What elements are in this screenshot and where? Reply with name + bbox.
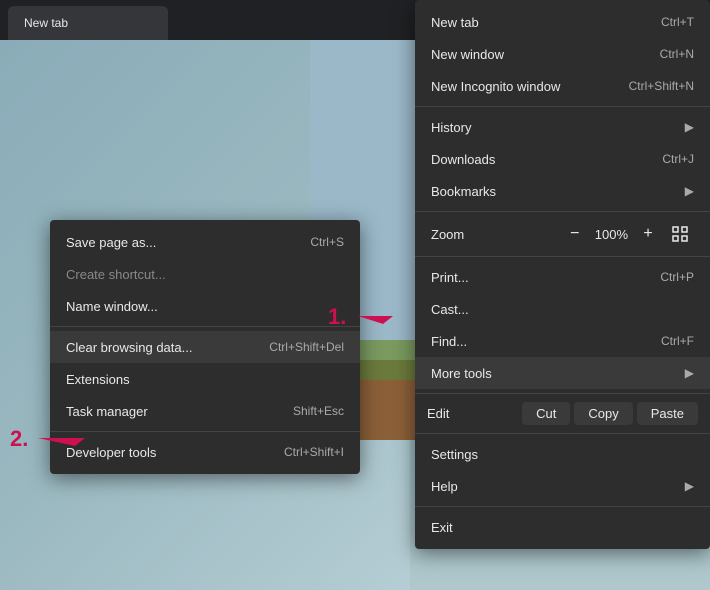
submenu-shortcut-task-manager: Shift+Esc — [293, 404, 344, 418]
submenu-label-extensions: Extensions — [66, 372, 130, 387]
menu-divider-6 — [415, 506, 710, 507]
menu-item-more-tools[interactable]: More tools ▶ — [415, 357, 710, 389]
menu-divider-2 — [415, 211, 710, 212]
browser-tab[interactable]: New tab — [8, 6, 168, 40]
menu-label-new-window: New window — [431, 47, 504, 62]
edit-row: Edit Cut Copy Paste — [415, 398, 710, 429]
menu-item-settings[interactable]: Settings — [415, 438, 710, 470]
menu-item-find[interactable]: Find... Ctrl+F — [415, 325, 710, 357]
submenu-item-save-page[interactable]: Save page as... Ctrl+S — [50, 226, 360, 258]
tab-label: New tab — [24, 16, 68, 30]
submenu-label-name-window: Name window... — [66, 299, 158, 314]
submenu-item-name-window[interactable]: Name window... — [50, 290, 360, 322]
menu-item-history[interactable]: History ▶ — [415, 111, 710, 143]
zoom-row: Zoom − 100% + — [415, 216, 710, 252]
submenu-arrow-history: ▶ — [685, 120, 694, 134]
menu-shortcut-find: Ctrl+F — [661, 334, 694, 348]
menu-label-more-tools: More tools — [431, 366, 492, 381]
submenu-label-task-manager: Task manager — [66, 404, 148, 419]
menu-label-downloads: Downloads — [431, 152, 495, 167]
menu-label-cast: Cast... — [431, 302, 469, 317]
menu-label-print: Print... — [431, 270, 469, 285]
menu-divider-5 — [415, 433, 710, 434]
paste-button[interactable]: Paste — [637, 402, 698, 425]
submenu-shortcut-developer-tools: Ctrl+Shift+I — [284, 445, 344, 459]
svg-text:2.: 2. — [10, 426, 28, 451]
menu-divider-3 — [415, 256, 710, 257]
menu-item-new-incognito[interactable]: New Incognito window Ctrl+Shift+N — [415, 70, 710, 102]
step1-indicator: 1. — [328, 296, 408, 339]
menu-label-bookmarks: Bookmarks — [431, 184, 496, 199]
submenu-arrow-more-tools: ▶ — [685, 366, 694, 380]
submenu-label-save-page: Save page as... — [66, 235, 156, 250]
copy-button[interactable]: Copy — [574, 402, 632, 425]
zoom-label: Zoom — [431, 227, 561, 242]
fullscreen-button[interactable] — [666, 220, 694, 248]
submenu-shortcut-save-page: Ctrl+S — [310, 235, 344, 249]
step1-arrow-svg: 1. — [328, 296, 408, 336]
submenu-arrow-bookmarks: ▶ — [685, 184, 694, 198]
menu-divider-1 — [415, 106, 710, 107]
menu-label-help: Help — [431, 479, 458, 494]
menu-shortcut-new-incognito: Ctrl+Shift+N — [629, 79, 694, 93]
cut-button[interactable]: Cut — [522, 402, 570, 425]
menu-shortcut-print: Ctrl+P — [660, 270, 694, 284]
zoom-value: 100% — [589, 227, 634, 242]
svg-text:1.: 1. — [328, 304, 346, 329]
edit-label: Edit — [427, 406, 518, 421]
menu-label-find: Find... — [431, 334, 467, 349]
menu-label-settings: Settings — [431, 447, 478, 462]
menu-shortcut-downloads: Ctrl+J — [662, 152, 694, 166]
submenu-item-clear-browsing[interactable]: Clear browsing data... Ctrl+Shift+Del — [50, 331, 360, 363]
menu-item-downloads[interactable]: Downloads Ctrl+J — [415, 143, 710, 175]
menu-item-bookmarks[interactable]: Bookmarks ▶ — [415, 175, 710, 207]
menu-shortcut-new-window: Ctrl+N — [660, 47, 694, 61]
menu-item-cast[interactable]: Cast... — [415, 293, 710, 325]
submenu-divider-1 — [50, 326, 360, 327]
submenu-label-clear-browsing: Clear browsing data... — [66, 340, 192, 355]
menu-label-new-tab: New tab — [431, 15, 479, 30]
menu-label-new-incognito: New Incognito window — [431, 79, 560, 94]
submenu-shortcut-clear-browsing: Ctrl+Shift+Del — [269, 340, 344, 354]
menu-item-help[interactable]: Help ▶ — [415, 470, 710, 502]
menu-item-print[interactable]: Print... Ctrl+P — [415, 261, 710, 293]
menu-item-new-tab[interactable]: New tab Ctrl+T — [415, 6, 710, 38]
menu-label-history: History — [431, 120, 471, 135]
chrome-context-menu: New tab Ctrl+T New window Ctrl+N New Inc… — [415, 0, 710, 549]
menu-item-new-window[interactable]: New window Ctrl+N — [415, 38, 710, 70]
submenu-arrow-help: ▶ — [685, 479, 694, 493]
menu-item-exit[interactable]: Exit — [415, 511, 710, 543]
menu-shortcut-new-tab: Ctrl+T — [661, 15, 694, 29]
zoom-increase-button[interactable]: + — [634, 220, 662, 248]
menu-label-exit: Exit — [431, 520, 453, 535]
submenu-label-create-shortcut: Create shortcut... — [66, 267, 166, 282]
step2-indicator: 2. — [10, 418, 110, 461]
submenu-item-create-shortcut[interactable]: Create shortcut... — [50, 258, 360, 290]
submenu-item-extensions[interactable]: Extensions — [50, 363, 360, 395]
step2-arrow-svg: 2. — [10, 418, 110, 458]
zoom-decrease-button[interactable]: − — [561, 220, 589, 248]
menu-divider-4 — [415, 393, 710, 394]
